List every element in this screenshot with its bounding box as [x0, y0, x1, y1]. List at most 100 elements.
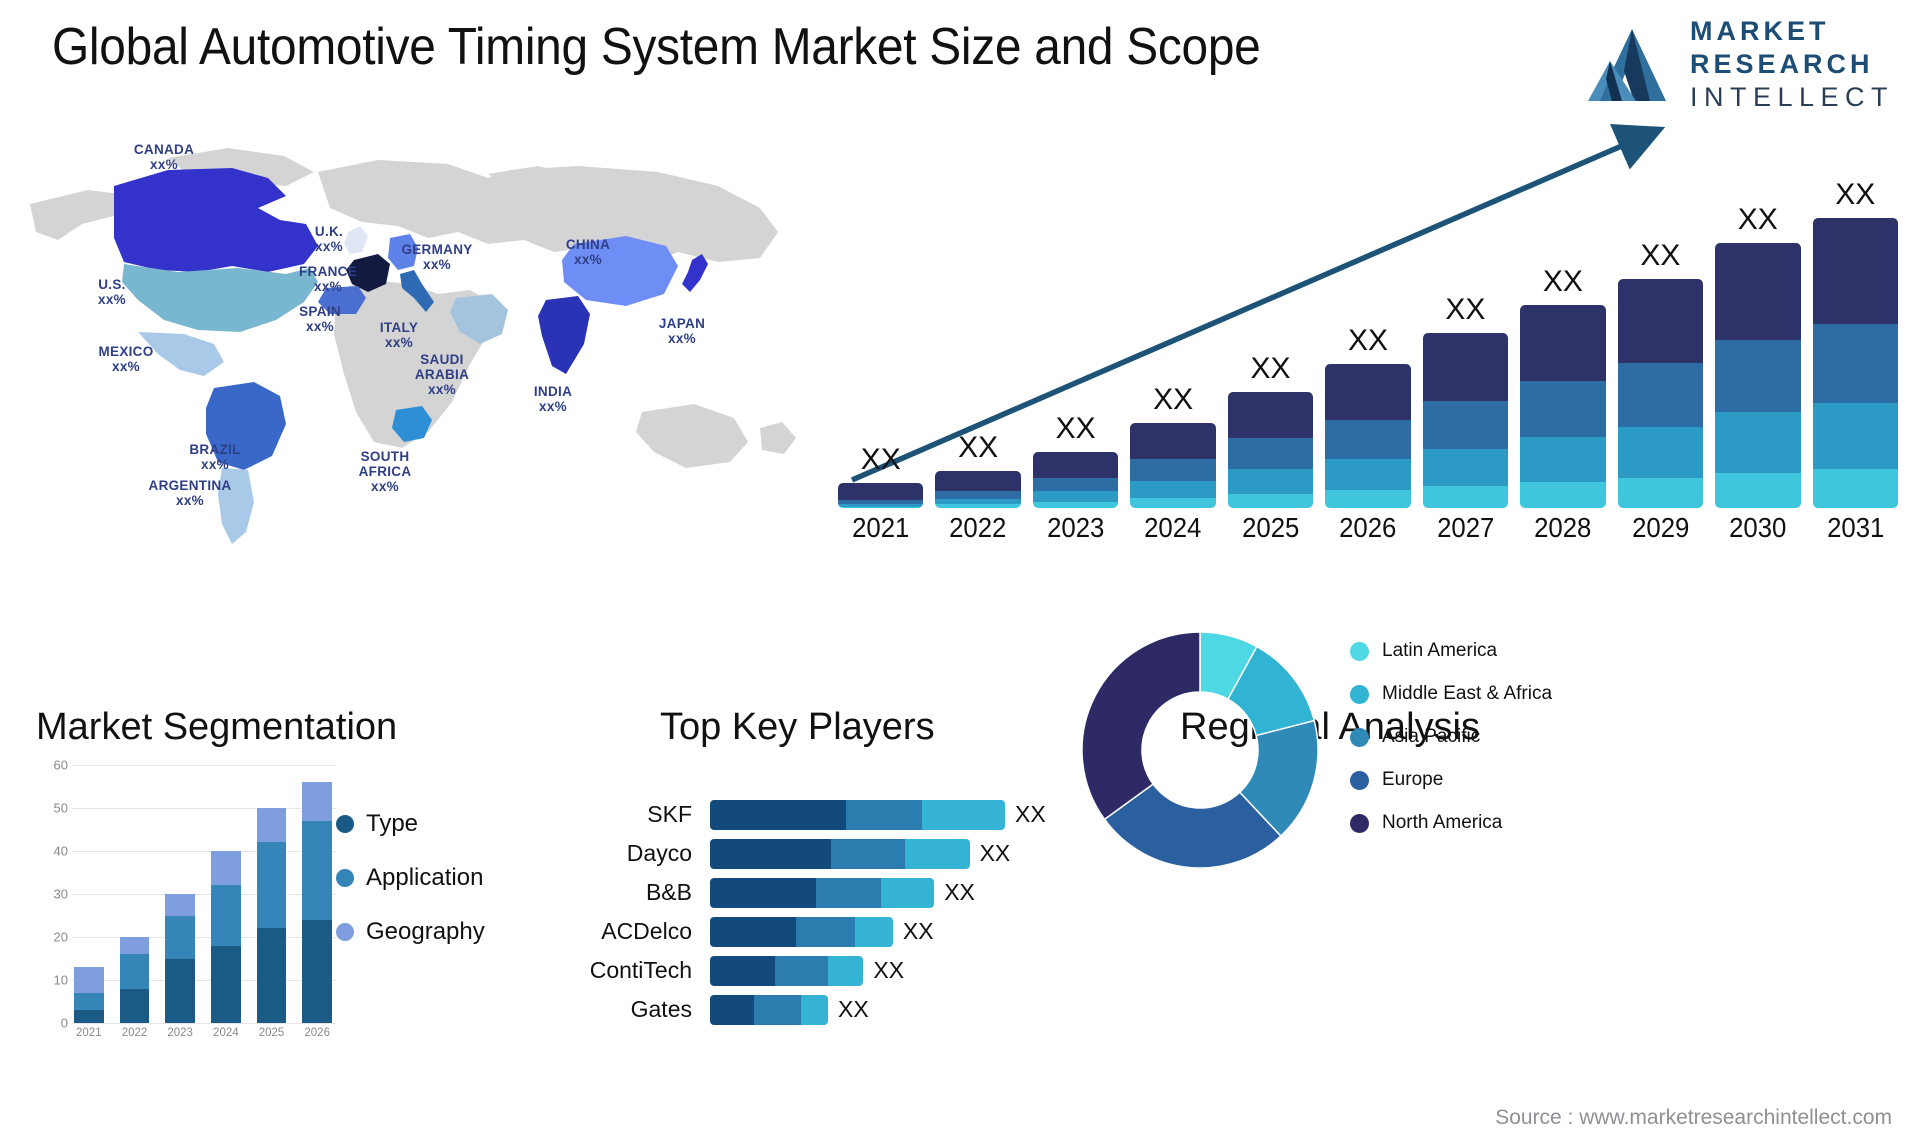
map-label-value: xx%: [314, 279, 342, 294]
forecast-bar-segment-cyan: [1032, 501, 1119, 508]
forecast-bar-segment-cyan: [1227, 493, 1314, 508]
segmentation-x-tick: 2025: [258, 1027, 285, 1039]
top-key-players-title: Top Key Players: [660, 706, 935, 748]
segmentation-legend-item[interactable]: Application: [336, 864, 485, 892]
map-label-name: ITALY: [379, 320, 419, 335]
key-player-row: B&B XX: [525, 873, 1065, 912]
forecast-bar-segment-teal: [1325, 458, 1411, 490]
map-label-value: xx%: [539, 399, 567, 414]
segmentation-legend-label: Application: [366, 864, 484, 891]
key-player-name: SKF: [647, 801, 692, 827]
forecast-bar-value: XX: [1835, 178, 1876, 211]
forecast-bar-segment-steel: [1520, 381, 1606, 437]
key-player-segment-s2: [754, 994, 802, 1025]
forecast-year-label: 2030: [1729, 512, 1787, 543]
forecast-bar-segment-navy: [1032, 452, 1119, 479]
forecast-bar-stack: [1812, 218, 1898, 508]
forecast-bar-segment-navy: [1325, 364, 1411, 421]
forecast-bar-2024: XX: [1130, 178, 1216, 508]
logo-line-2: RESEARCH: [1689, 49, 1874, 79]
regional-legend-item[interactable]: Asia Pacific: [1350, 726, 1610, 748]
forecast-bar-segment-cyan: [1715, 473, 1801, 508]
forecast-bar-segment-steel: [935, 491, 1021, 499]
regional-legend-item[interactable]: Middle East & Africa: [1350, 683, 1610, 705]
forecast-bar-2025: XX: [1227, 178, 1314, 508]
forecast-bar-stack: [1325, 364, 1411, 508]
regional-legend-item[interactable]: Europe: [1350, 769, 1610, 791]
map-label-value: xx%: [428, 382, 456, 397]
segmentation-segment-type: [302, 919, 333, 1023]
map-label-south-africa: SOUTH AFRICA xx%: [359, 449, 412, 494]
key-player-segment-s2: [830, 838, 905, 869]
key-player-value: XX: [944, 879, 975, 905]
map-label-name: FRANCE: [298, 264, 358, 279]
key-player-segment-s3: [904, 838, 970, 869]
forecast-bar-segment-cyan: [1130, 497, 1216, 508]
segmentation-gridline: [72, 1023, 336, 1024]
map-label-argentina: ARGENTINA xx%: [149, 478, 232, 508]
forecast-bar-segment-cyan: [1617, 478, 1704, 508]
map-label-value: xx%: [423, 257, 451, 272]
map-label-name: SOUTH AFRICA: [358, 449, 412, 479]
key-player-bar: [710, 799, 1005, 830]
logo-line-1: MARKET: [1689, 16, 1830, 46]
key-player-segment-s3: [827, 955, 864, 986]
map-label-name: ARGENTINA: [148, 478, 232, 493]
legend-dot-icon: [336, 869, 354, 887]
regional-legend-item[interactable]: Latin America: [1350, 640, 1610, 662]
forecast-bar-2021: XX: [838, 178, 924, 508]
map-label-france: FRANCE xx%: [299, 264, 357, 294]
main-forecast-chart: XX XX XX XX XX XX XX XX XX XX XX 2021 2022 2023 2024 2…: [830, 120, 1905, 550]
segmentation-legend-item[interactable]: Geography: [336, 918, 485, 946]
key-player-value: XX: [979, 840, 1011, 866]
key-player-name: Dayco: [626, 840, 692, 866]
map-label-name: MEXICO: [98, 344, 154, 359]
map-label-name: U.S.: [98, 277, 126, 292]
map-label-value: xx%: [315, 239, 343, 254]
key-player-bar: [710, 955, 864, 986]
forecast-bar-segment-steel: [1130, 458, 1216, 481]
forecast-bar-value: XX: [1542, 264, 1583, 298]
segmentation-x-tick: 2022: [121, 1027, 148, 1039]
forecast-bar-2022: XX: [935, 178, 1021, 508]
forecast-year-label: 2026: [1339, 512, 1397, 543]
forecast-bar-segment-navy: [1227, 391, 1314, 439]
regional-legend-item[interactable]: North America: [1350, 812, 1610, 834]
regional-legend-label: Latin America: [1382, 640, 1498, 661]
segmentation-bar-2025: [256, 765, 287, 1023]
regional-legend-label: Europe: [1382, 769, 1444, 790]
forecast-year-label: 2031: [1826, 512, 1884, 543]
legend-dot-icon: [1350, 685, 1369, 704]
segmentation-x-tick: 2023: [167, 1027, 193, 1039]
segmentation-y-tick: 30: [53, 886, 68, 902]
forecast-bar-segment-navy: [1130, 422, 1216, 459]
forecast-year-label: 2028: [1534, 512, 1592, 543]
segmentation-segment-type: [256, 928, 287, 1023]
forecast-bar-value: XX: [1250, 351, 1291, 385]
regional-donut-chart: [1075, 625, 1325, 875]
forecast-bar-segment-teal: [1227, 469, 1314, 494]
map-label-canada: CANADA xx%: [134, 142, 194, 172]
country-japan: [682, 254, 708, 292]
map-label-value: xx%: [385, 335, 413, 350]
forecast-year-label: 2027: [1436, 512, 1495, 543]
map-label-mexico: MEXICO xx%: [98, 344, 153, 374]
map-label-value: xx%: [176, 493, 204, 508]
key-player-row: ACDelco XX: [525, 912, 1065, 951]
map-label-value: xx%: [150, 157, 178, 172]
forecast-bar-segment-steel: [1325, 420, 1411, 459]
segmentation-y-tick: 60: [53, 757, 68, 773]
segmentation-y-tick: 40: [53, 843, 68, 859]
forecast-bar-stack: [1520, 304, 1606, 508]
map-label-value: xx%: [306, 319, 334, 334]
key-player-segment-s1: [710, 994, 755, 1025]
key-player-row: Dayco XX: [525, 834, 1065, 873]
map-label-china: CHINA xx%: [566, 237, 610, 267]
segmentation-legend-item[interactable]: Type: [336, 810, 485, 838]
key-player-bar: [710, 916, 893, 947]
map-label-value: xx%: [112, 359, 140, 374]
map-label-japan: JAPAN xx%: [659, 316, 705, 346]
legend-dot-icon: [336, 815, 354, 833]
key-player-bar: [710, 877, 935, 908]
forecast-bar-stack: [1227, 391, 1314, 508]
